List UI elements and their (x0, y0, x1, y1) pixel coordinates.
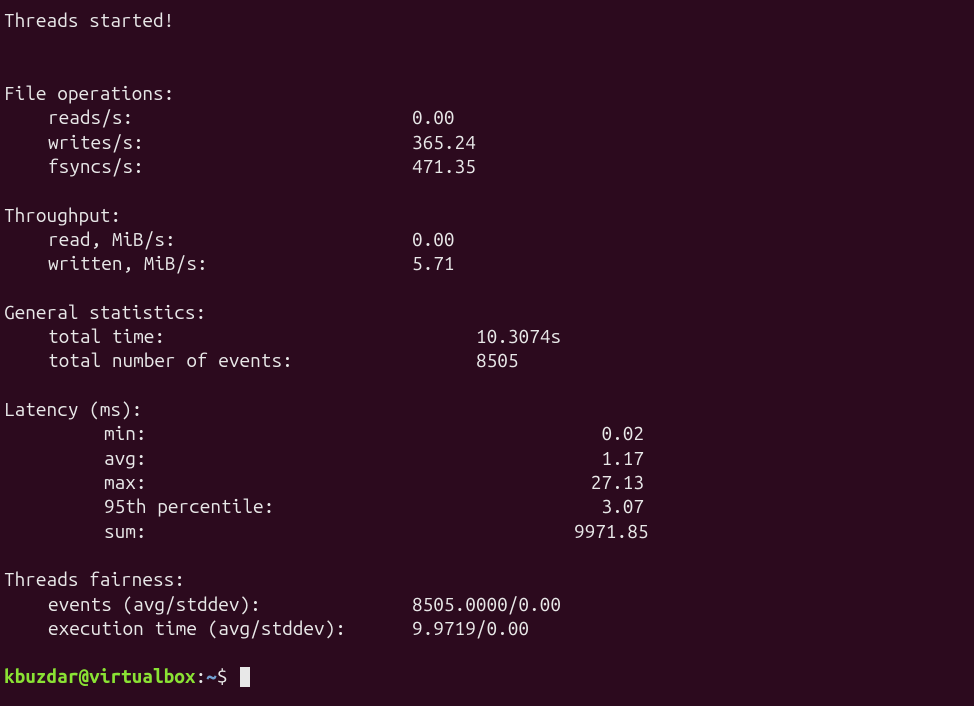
reads-value: 0.00 (412, 106, 455, 128)
throughput-written-row: written, MiB/s: 5.71 (4, 251, 970, 275)
latency-min-value: 0.02 (601, 422, 644, 444)
latency-p95-row: 95th percentile: 3.07 (4, 494, 970, 518)
latency-p95-label: 95th percentile: (104, 495, 274, 517)
latency-max-row: max: 27.13 (4, 470, 970, 494)
prompt-dollar: $ (217, 665, 228, 687)
threads-fairness-title: Threads fairness: (4, 567, 970, 591)
blank-line (4, 275, 970, 299)
blank-line (4, 543, 970, 567)
writes-label: writes/s: (48, 131, 144, 153)
blank-line (4, 640, 970, 664)
prompt-colon: : (196, 665, 207, 687)
read-value: 0.00 (412, 228, 455, 250)
file-operations-title: File operations: (4, 81, 970, 105)
fairness-exec-label: execution time (avg/stddev): (48, 617, 346, 639)
fairness-events-label: events (avg/stddev): (48, 593, 261, 615)
total-events-row: total number of events: 8505 (4, 348, 970, 372)
prompt-host: virtualbox (89, 665, 195, 687)
fsyncs-label: fsyncs/s: (48, 155, 144, 177)
throughput-read-row: read, MiB/s: 0.00 (4, 227, 970, 251)
threads-started-header: Threads started! (4, 8, 970, 32)
prompt-user: kbuzdar (4, 665, 78, 687)
latency-sum-label: sum: (104, 520, 147, 542)
latency-max-label: max: (104, 471, 147, 493)
latency-avg-row: avg: 1.17 (4, 446, 970, 470)
latency-sum-value: 9971.85 (574, 520, 648, 542)
latency-p95-value: 3.07 (601, 495, 644, 517)
terminal-cursor[interactable] (240, 667, 250, 687)
fairness-exec-row: execution time (avg/stddev): 9.9719/0.00 (4, 616, 970, 640)
latency-sum-row: sum: 9971.85 (4, 519, 970, 543)
file-ops-writes-row: writes/s: 365.24 (4, 130, 970, 154)
latency-max-value: 27.13 (591, 471, 644, 493)
latency-avg-value: 1.17 (601, 447, 644, 469)
file-ops-reads-row: reads/s: 0.00 (4, 105, 970, 129)
writes-value: 365.24 (412, 131, 476, 153)
read-label: read, MiB/s: (48, 228, 176, 250)
file-ops-fsyncs-row: fsyncs/s: 471.35 (4, 154, 970, 178)
fairness-exec-value: 9.9719/0.00 (412, 617, 529, 639)
written-label: written, MiB/s: (48, 252, 208, 274)
total-events-value: 8505 (476, 349, 519, 371)
fairness-events-row: events (avg/stddev): 8505.0000/0.00 (4, 592, 970, 616)
total-events-label: total number of events: (48, 349, 293, 371)
reads-label: reads/s: (48, 106, 133, 128)
blank-line (4, 373, 970, 397)
blank-line (4, 178, 970, 202)
prompt-path: ~ (206, 665, 217, 687)
fairness-events-value: 8505.0000/0.00 (412, 593, 561, 615)
total-time-label: total time: (48, 325, 165, 347)
latency-avg-label: avg: (104, 447, 147, 469)
total-time-value: 10.3074s (476, 325, 561, 347)
general-stats-title: General statistics: (4, 300, 970, 324)
total-time-row: total time: 10.3074s (4, 324, 970, 348)
prompt-at: @ (78, 665, 89, 687)
prompt-line[interactable]: kbuzdar@virtualbox:~$ (4, 664, 970, 688)
fsyncs-value: 471.35 (412, 155, 476, 177)
latency-min-label: min: (104, 422, 147, 444)
blank-line (4, 32, 970, 56)
latency-min-row: min: 0.02 (4, 421, 970, 445)
latency-title: Latency (ms): (4, 397, 970, 421)
written-value: 5.71 (412, 252, 455, 274)
blank-line (4, 57, 970, 81)
throughput-title: Throughput: (4, 203, 970, 227)
